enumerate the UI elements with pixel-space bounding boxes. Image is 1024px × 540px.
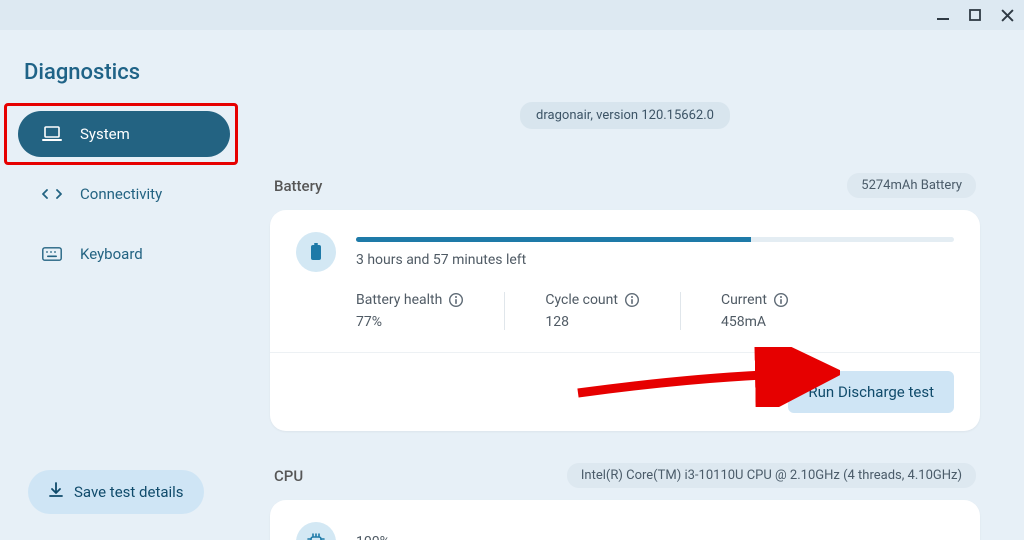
- sidebar: Diagnostics System Connectivity: [0, 30, 248, 540]
- battery-time-left: 3 hours and 57 minutes left: [356, 252, 954, 268]
- sidebar-item-keyboard[interactable]: Keyboard: [18, 231, 230, 277]
- sidebar-nav: System Connectivity Keyboard: [18, 111, 230, 277]
- battery-progress-fill: [356, 237, 751, 242]
- sidebar-item-connectivity[interactable]: Connectivity: [18, 171, 230, 217]
- battery-health-label: Battery health: [356, 292, 442, 308]
- info-icon[interactable]: [624, 292, 640, 308]
- cpu-section-title: CPU: [274, 467, 303, 485]
- battery-progress-track: [356, 237, 954, 242]
- save-test-details-button[interactable]: Save test details: [28, 470, 204, 514]
- battery-section-title: Battery: [274, 177, 322, 195]
- keyboard-icon: [42, 246, 62, 262]
- cpu-icon: [296, 522, 336, 540]
- close-icon[interactable]: [1000, 8, 1014, 22]
- run-discharge-test-button[interactable]: Run Discharge test: [788, 371, 954, 413]
- battery-icon: [296, 232, 336, 272]
- main-content: dragonair, version 120.15662.0 Battery 5…: [248, 30, 1024, 540]
- swap-icon: [42, 186, 62, 202]
- sidebar-item-label: System: [80, 125, 130, 143]
- download-icon: [48, 482, 64, 502]
- battery-section-header: Battery 5274mAh Battery: [270, 173, 980, 198]
- window-titlebar: [0, 0, 1024, 30]
- info-icon[interactable]: [773, 292, 789, 308]
- cycle-count-label: Cycle count: [545, 292, 618, 308]
- info-icon[interactable]: [448, 292, 464, 308]
- maximize-icon[interactable]: [968, 8, 982, 22]
- current-stat: Current 458mA: [680, 292, 829, 330]
- cpu-section-header: CPU Intel(R) Core(TM) i3-10110U CPU @ 2.…: [270, 463, 980, 488]
- cycle-count-stat: Cycle count 128: [504, 292, 680, 330]
- page-title: Diagnostics: [24, 60, 230, 85]
- cpu-card: 100%: [270, 500, 980, 540]
- battery-card: 3 hours and 57 minutes left Battery heal…: [270, 210, 980, 431]
- cpu-usage-label: 100%: [356, 534, 954, 540]
- version-badge: dragonair, version 120.15662.0: [520, 102, 730, 129]
- battery-health-stat: Battery health 77%: [356, 292, 504, 330]
- cycle-count-value: 128: [545, 314, 640, 330]
- sidebar-item-system[interactable]: System: [18, 111, 230, 157]
- sidebar-item-label: Keyboard: [80, 245, 143, 263]
- current-value: 458mA: [721, 314, 789, 330]
- laptop-icon: [42, 126, 62, 142]
- cpu-model-badge: Intel(R) Core(TM) i3-10110U CPU @ 2.10GH…: [567, 463, 976, 488]
- minimize-icon[interactable]: [936, 8, 950, 22]
- battery-health-value: 77%: [356, 314, 464, 330]
- current-label: Current: [721, 292, 767, 308]
- save-test-details-label: Save test details: [74, 483, 184, 501]
- battery-capacity-badge: 5274mAh Battery: [847, 173, 976, 198]
- sidebar-item-label: Connectivity: [80, 185, 162, 203]
